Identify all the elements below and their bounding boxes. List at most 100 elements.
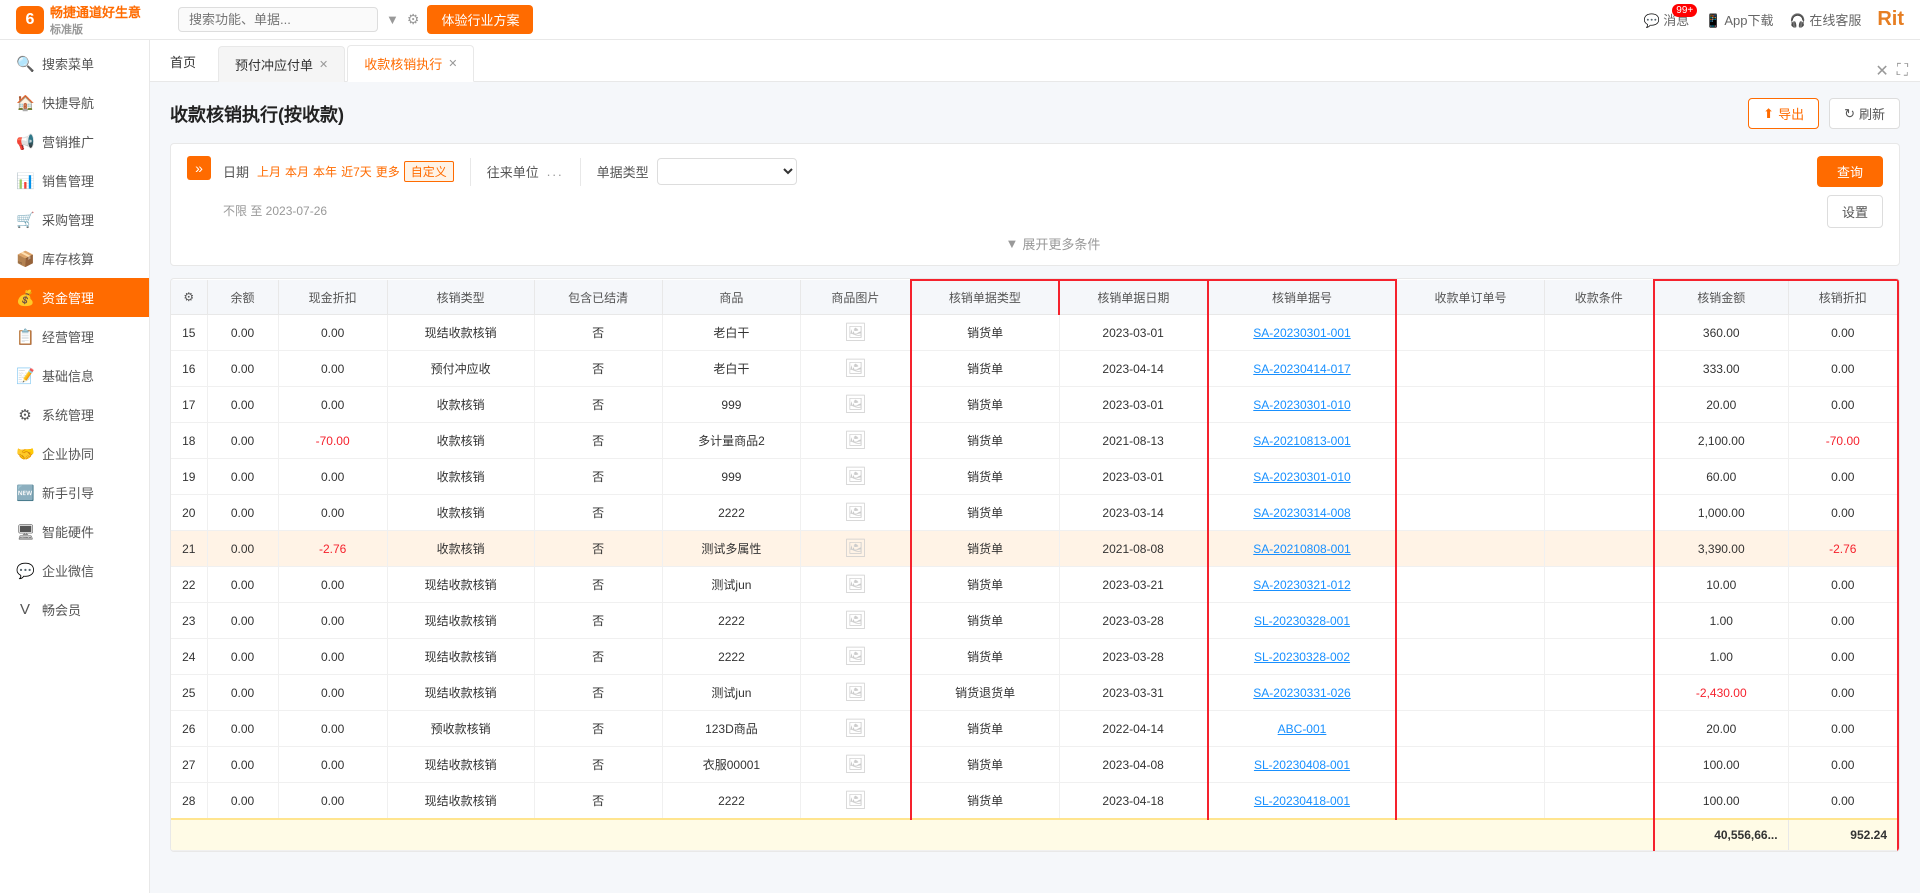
cell-doc-no[interactable]: SA-20210813-001 [1208,423,1397,459]
cell-verify-type: 现结收款核销 [387,639,534,675]
app-download[interactable]: 📱 App下载 [1705,10,1773,29]
cell-doc-no[interactable]: ABC-001 [1208,711,1397,747]
cell-cash-discount: 0.00 [278,459,387,495]
partner-ellipsis[interactable]: ... [547,164,564,179]
cell-doc-no[interactable]: SA-20230331-026 [1208,675,1397,711]
table-row: 250.000.00现结收款核销否测试jun🖼销货退货单2023-03-31SA… [171,675,1898,711]
sidebar-item-purchase[interactable]: 🛒 采购管理 [0,200,149,239]
sidebar-item-guide[interactable]: 🆕 新手引导 [0,473,149,512]
cell-product-img: 🖼 [801,459,911,495]
search-input[interactable] [178,7,378,32]
cell-product-img: 🖼 [801,675,911,711]
table-header-row: ⚙ 余额 现金折扣 核销类型 包含已结清 商品 商品图片 核销单据类型 核销单据… [171,280,1898,315]
sidebar-label-operations: 经营管理 [42,327,94,346]
close-icon[interactable]: ✕ [1875,61,1888,81]
query-button[interactable]: 查询 [1817,156,1883,187]
cell-doc-date: 2023-03-31 [1059,675,1208,711]
date-link-this-year[interactable]: 本年 [313,163,337,180]
sidebar-item-vip[interactable]: V 畅会员 [0,590,149,629]
refresh-button[interactable]: ↻ 刷新 [1829,98,1900,129]
th-verify-amount: 核销金额 [1654,280,1788,315]
refresh-icon: ↻ [1844,106,1855,122]
cell-doc-no[interactable]: SA-20230301-010 [1208,459,1397,495]
cell-doc-type: 销货退货单 [911,675,1060,711]
online-service[interactable]: 🎧 在线客服 [1790,10,1862,29]
sidebar-item-operations[interactable]: 📋 经营管理 [0,317,149,356]
cell-no: 23 [171,603,207,639]
tab-receipt-verify-close[interactable]: ✕ [448,57,457,70]
cell-doc-no[interactable]: SL-20230328-001 [1208,603,1397,639]
sidebar-item-marketing[interactable]: 📢 营销推广 [0,122,149,161]
cell-doc-no[interactable]: SA-20230414-017 [1208,351,1397,387]
sidebar-label-search-menu: 搜索菜单 [42,54,94,73]
sidebar-item-smart-hardware[interactable]: 🖥 智能硬件 [0,512,149,551]
doc-type-select[interactable] [657,158,797,185]
sidebar-label-wechat: 企业微信 [42,561,94,580]
date-link-this-month[interactable]: 本月 [285,163,309,180]
maximize-icon[interactable]: ⛶ [1897,62,1908,80]
sidebar-item-search-menu[interactable]: 🔍 搜索菜单 [0,44,149,83]
sidebar-label-guide: 新手引导 [42,483,94,502]
tab-home[interactable]: 首页 [150,44,216,81]
cell-verify-amount: 20.00 [1654,387,1788,423]
sidebar-item-sales[interactable]: 📊 销售管理 [0,161,149,200]
cell-balance: 0.00 [207,639,278,675]
date-link-more[interactable]: 更多 [376,163,400,180]
cell-balance: 0.00 [207,567,278,603]
gear-icon[interactable]: ⚙ [407,11,420,28]
export-button[interactable]: ⬆ 导出 [1748,98,1819,129]
settings-button[interactable]: 设置 [1827,195,1883,228]
cell-doc-no[interactable]: SA-20230301-010 [1208,387,1397,423]
table-row: 190.000.00收款核销否999🖼销货单2023-03-01SA-20230… [171,459,1898,495]
tab-prepay[interactable]: 预付冲应付单 ✕ [218,46,345,82]
cell-cash-discount: -70.00 [278,423,387,459]
headset-icon: 🎧 [1790,13,1806,28]
cell-doc-no[interactable]: SL-20230408-001 [1208,747,1397,783]
date-range-text: 不限 至 2023-07-26 [223,202,327,219]
cell-verify-type: 现结收款核销 [387,747,534,783]
cell-doc-no[interactable]: SA-20230314-008 [1208,495,1397,531]
tab-receipt-verify[interactable]: 收款核销执行 ✕ [347,45,474,82]
cell-doc-no[interactable]: SL-20230328-002 [1208,639,1397,675]
sidebar-item-wechat[interactable]: 💬 企业微信 [0,551,149,590]
cell-included: 否 [534,459,662,495]
filter-expand-arrow[interactable]: » [187,156,211,180]
cell-doc-type: 销货单 [911,747,1060,783]
date-link-last-month[interactable]: 上月 [257,163,281,180]
sidebar-item-inventory[interactable]: 📦 库存核算 [0,239,149,278]
cell-product-img: 🖼 [801,711,911,747]
cell-no: 18 [171,423,207,459]
cell-receipt-cond [1544,567,1654,603]
filter-doctype-item: 单据类型 [597,158,797,185]
date-link-custom[interactable]: 自定义 [404,161,454,182]
cell-verify-amount: 360.00 [1654,315,1788,351]
cell-verify-discount: 0.00 [1788,639,1898,675]
cell-no: 15 [171,315,207,351]
sidebar-item-basic-info[interactable]: 📝 基础信息 [0,356,149,395]
cell-doc-no[interactable]: SA-20230301-001 [1208,315,1397,351]
cell-doc-no[interactable]: SA-20210808-001 [1208,531,1397,567]
sidebar-item-quick-nav[interactable]: 🏠 快捷导航 [0,83,149,122]
sidebar-item-finance[interactable]: 💰 资金管理 [0,278,149,317]
sidebar-item-system[interactable]: ⚙ 系统管理 [0,395,149,434]
cell-receipt-order [1396,783,1544,820]
cell-doc-no[interactable]: SA-20230321-012 [1208,567,1397,603]
filter-expand-btn[interactable]: ▼ 展开更多条件 [223,234,1883,253]
cell-included: 否 [534,315,662,351]
chevron-down-icon: ▼ [1006,236,1019,251]
date-link-7days[interactable]: 近7天 [341,163,372,180]
cell-doc-date: 2023-03-01 [1059,459,1208,495]
cell-cash-discount: 0.00 [278,639,387,675]
sidebar-item-company-collab[interactable]: 🤝 企业协同 [0,434,149,473]
message-area[interactable]: 💬 消息 99+ [1643,10,1689,29]
cell-included: 否 [534,423,662,459]
hardware-icon: 🖥 [16,523,34,541]
cell-receipt-cond [1544,747,1654,783]
cell-product-img: 🖼 [801,747,911,783]
sidebar-label-basic-info: 基础信息 [42,366,94,385]
tab-prepay-close[interactable]: ✕ [319,58,328,71]
solution-button[interactable]: 体验行业方案 [427,5,533,34]
sidebar-label-quick-nav: 快捷导航 [42,93,94,112]
cell-no: 28 [171,783,207,820]
cell-doc-no[interactable]: SL-20230418-001 [1208,783,1397,820]
